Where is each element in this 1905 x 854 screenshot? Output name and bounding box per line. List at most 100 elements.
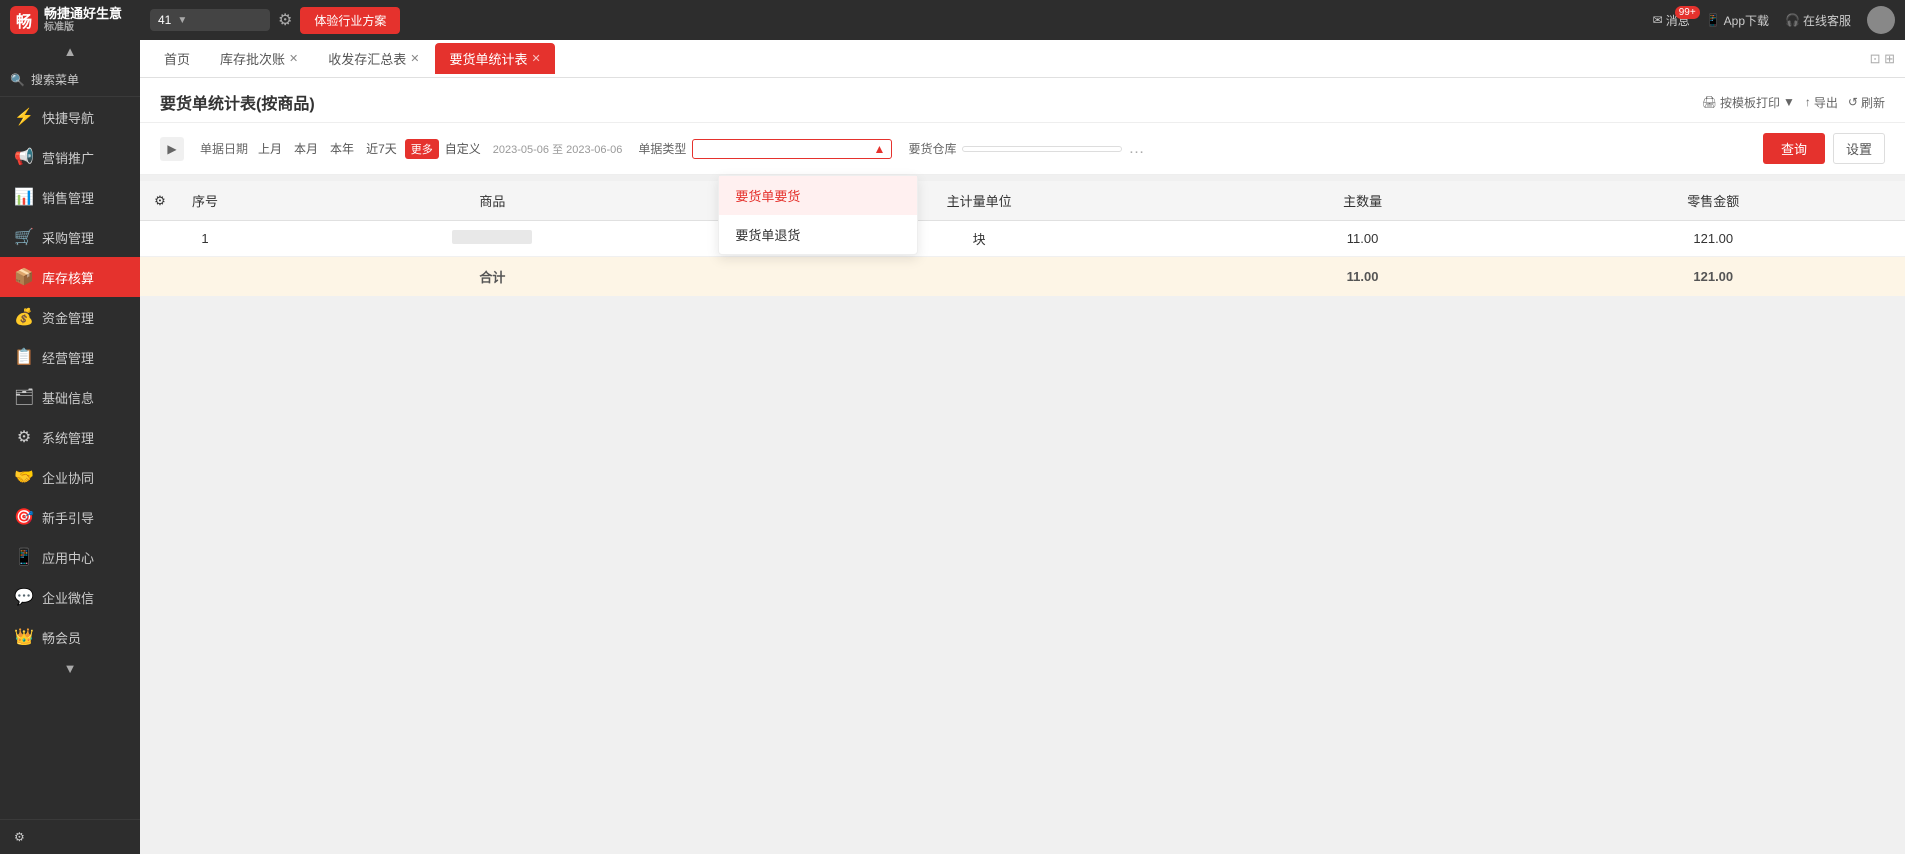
trial-button[interactable]: 体验行业方案 (300, 7, 400, 34)
sales-icon: 📊 (14, 187, 34, 207)
footer-empty (140, 257, 230, 297)
message-badge: 99+ (1675, 6, 1700, 19)
marketing-icon: 📢 (14, 147, 34, 167)
filter-settings-button[interactable]: 设置 (1833, 133, 1885, 164)
sidebar-item-quicknav[interactable]: ⚡ 快捷导航 (0, 97, 140, 137)
refresh-button[interactable]: ↺ 刷新 (1848, 94, 1885, 111)
tab-home[interactable]: 首页 (150, 43, 204, 74)
user-avatar[interactable] (1867, 6, 1895, 34)
warehouse-filter-input[interactable] (962, 146, 1122, 152)
tab-expand-button[interactable]: ⊡ ⊞ (1870, 51, 1895, 67)
type-dropdown-menu[interactable]: 要货单要货 要货单退货 (718, 175, 918, 255)
sidebar-item-marketing[interactable]: 📢 营销推广 (0, 137, 140, 177)
tab-summary-close[interactable]: ✕ (410, 52, 419, 65)
sidebar-item-inventory[interactable]: 📦 库存核算 (0, 257, 140, 297)
top-bar: 畅 畅捷通好生意 标准版 41 ▼ ⚙ 体验行业方案 ✉ 消息 99+ 📱 Ap… (0, 0, 1905, 40)
finance-icon: 💰 (14, 307, 34, 327)
last-month-button[interactable]: 上月 (254, 138, 286, 159)
logo-text: 畅捷通好生意 标准版 (44, 6, 122, 34)
purchase-icon: 🛒 (14, 227, 34, 247)
tab-batch[interactable]: 库存批次账 ✕ (206, 43, 312, 74)
tab-batch-label: 库存批次账 (220, 49, 285, 68)
sidebar-item-appcenter[interactable]: 📱 应用中心 (0, 537, 140, 577)
branch-selector[interactable]: 41 ▼ (150, 9, 270, 31)
tab-requisition[interactable]: 要货单统计表 ✕ (435, 43, 554, 74)
branch-name: 41 (158, 13, 171, 27)
member-icon: 👑 (14, 627, 34, 647)
table-row[interactable]: 1 块 11.00 121.00 (140, 221, 1905, 257)
sidebar-item-basic[interactable]: 🗂 基础信息 (0, 377, 140, 417)
sidebar-item-search[interactable]: 🔍 搜索菜单 (0, 63, 140, 97)
print-button[interactable]: 🖨 按模板打印 ▼ (1702, 94, 1795, 111)
sidebar-wxbiz-label: 企业微信 (42, 588, 94, 607)
warehouse-filter-section: 要货仓库 … (908, 140, 1144, 158)
messages-button[interactable]: ✉ 消息 99+ (1653, 12, 1690, 29)
this-month-button[interactable]: 本月 (290, 138, 322, 159)
support-button[interactable]: 🎧 在线客服 (1785, 12, 1851, 29)
sidebar-item-purchase[interactable]: 🛒 采购管理 (0, 217, 140, 257)
sidebar-scroll-down[interactable]: ▼ (0, 657, 140, 680)
operation-icon: 📋 (14, 347, 34, 367)
sidebar-item-operation[interactable]: 📋 经营管理 (0, 337, 140, 377)
sidebar-appcenter-label: 应用中心 (42, 548, 94, 567)
phone-icon: 📱 (1706, 13, 1721, 27)
guide-icon: 🎯 (14, 507, 34, 527)
basic-icon: 🗂 (14, 387, 34, 407)
type-filter-input-wrap[interactable]: ▲ (692, 139, 892, 159)
top-bar-right: ✉ 消息 99+ 📱 App下载 🎧 在线客服 (1653, 6, 1895, 34)
gear-icon[interactable]: ⚙ (278, 10, 292, 30)
export-button[interactable]: ↑ 导出 (1805, 94, 1838, 111)
sidebar-item-sales[interactable]: 📊 销售管理 (0, 177, 140, 217)
type-filter-label: 单据类型 (638, 140, 686, 157)
footer-unit (755, 257, 1204, 297)
tab-summary[interactable]: 收发存汇总表 ✕ (314, 43, 433, 74)
sidebar-item-guide[interactable]: 🎯 新手引导 (0, 497, 140, 537)
dropdown-item-requisition-return[interactable]: 要货单退货 (719, 215, 917, 254)
export-icon: ↑ (1805, 95, 1811, 109)
wxbiz-icon: 💬 (14, 587, 34, 607)
sidebar-settings-button[interactable]: ⚙ (0, 820, 140, 854)
more-date-button[interactable]: 更多 (405, 139, 439, 159)
query-button[interactable]: 查询 (1763, 133, 1825, 164)
logo-main: 畅捷通好生意 (44, 6, 122, 22)
sidebar-system-label: 系统管理 (42, 428, 94, 447)
this-year-button[interactable]: 本年 (326, 138, 358, 159)
sidebar: ▲ 🔍 搜索菜单 ⚡ 快捷导航 📢 营销推广 📊 销售管理 🛒 采购管理 📦 库… (0, 40, 140, 854)
sidebar-collab-label: 企业协同 (42, 468, 94, 487)
row-amount-cell: 121.00 (1522, 221, 1905, 257)
sidebar-item-collab[interactable]: 🤝 企业协同 (0, 457, 140, 497)
custom-date-button[interactable]: 自定义 (445, 140, 481, 157)
filter-more-icon[interactable]: … (1128, 140, 1144, 158)
sidebar-item-system[interactable]: ⚙ 系统管理 (0, 417, 140, 457)
type-filter-input[interactable] (699, 142, 873, 156)
sidebar-marketing-label: 营销推广 (42, 148, 94, 167)
row-quantity-cell: 11.00 (1204, 221, 1522, 257)
inventory-icon: 📦 (14, 267, 34, 287)
tab-batch-close[interactable]: ✕ (289, 52, 298, 65)
type-filter-arrow-icon[interactable]: ▲ (874, 142, 886, 156)
dropdown-item-requisition-order[interactable]: 要货单要货 (719, 176, 917, 215)
sidebar-inventory-label: 库存核算 (42, 268, 94, 287)
sidebar-item-wxbiz[interactable]: 💬 企业微信 (0, 577, 140, 617)
search-icon: 🔍 (10, 73, 25, 87)
sidebar-scroll-up[interactable]: ▲ (0, 40, 140, 63)
tab-requisition-close[interactable]: ✕ (532, 52, 541, 65)
sidebar-item-finance[interactable]: 💰 资金管理 (0, 297, 140, 337)
col-product-header: 商品 (230, 181, 755, 221)
sidebar-item-member[interactable]: 👑 畅会员 (0, 617, 140, 657)
app-download-button[interactable]: 📱 App下载 (1706, 12, 1769, 29)
page-title: 要货单统计表(按商品) (160, 90, 315, 114)
sidebar-sales-label: 销售管理 (42, 188, 94, 207)
headset-icon: 🎧 (1785, 13, 1800, 27)
app-logo: 畅 畅捷通好生意 标准版 (10, 6, 140, 34)
sidebar-bottom: ⚙ (0, 819, 140, 854)
sidebar-guide-label: 新手引导 (42, 508, 94, 527)
sidebar-purchase-label: 采购管理 (42, 228, 94, 247)
footer-quantity: 11.00 (1204, 257, 1522, 297)
tab-bar: 首页 库存批次账 ✕ 收发存汇总表 ✕ 要货单统计表 ✕ ⊡ ⊞ (140, 40, 1905, 78)
content-area: 首页 库存批次账 ✕ 收发存汇总表 ✕ 要货单统计表 ✕ ⊡ ⊞ 要货单统计表(… (140, 40, 1905, 854)
col-settings-header[interactable]: ⚙ (140, 181, 180, 221)
filter-expand-button[interactable]: ▶ (160, 137, 184, 161)
support-label: 在线客服 (1803, 12, 1851, 29)
last-7days-button[interactable]: 近7天 (362, 138, 401, 159)
